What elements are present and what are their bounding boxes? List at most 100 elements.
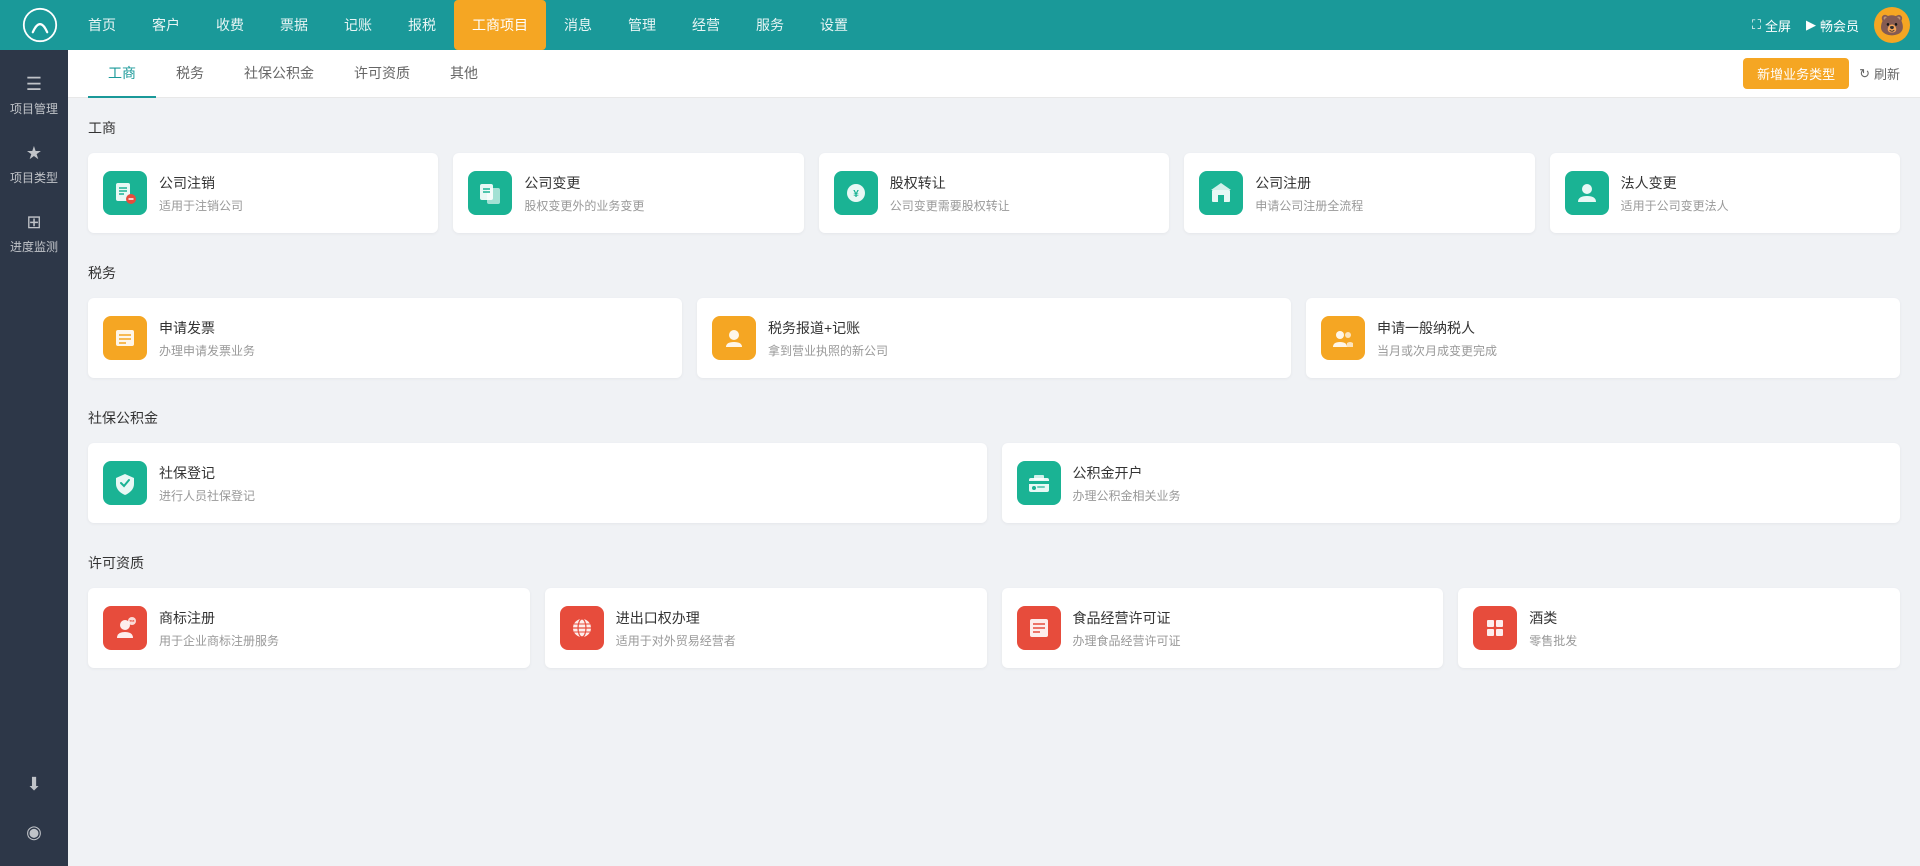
import-export-info: 进出口权办理 适用于对外贸易经营者 — [616, 608, 736, 649]
settings-icon: ◉ — [22, 820, 46, 844]
scroll-content[interactable]: 工商 公司注销 适用 — [68, 98, 1920, 866]
nav-business[interactable]: 工商项目 — [454, 0, 546, 50]
tab-xuke[interactable]: 许可资质 — [334, 50, 430, 98]
refresh-icon: ↻ — [1859, 66, 1870, 82]
refresh-button[interactable]: ↻ 刷新 — [1859, 64, 1900, 83]
trademark-desc: 用于企业商标注册服务 — [159, 632, 279, 649]
sidebar-label-project-management: 项目管理 — [10, 100, 58, 117]
provident-fund-info: 公积金开户 办理公积金相关业务 — [1073, 463, 1181, 504]
tab-bar: 工商 税务 社保公积金 许可资质 其他 新增业务类型 ↻ 刷新 — [68, 50, 1920, 98]
svg-text:™: ™ — [129, 619, 135, 626]
card-tax-report[interactable]: 税务报道+记账 拿到营业执照的新公司 — [697, 298, 1291, 378]
company-cancel-info: 公司注销 适用于注销公司 — [159, 173, 243, 214]
equity-transfer-icon: ¥ — [834, 171, 878, 215]
company-cancel-icon — [103, 171, 147, 215]
legal-change-info: 法人变更 适用于公司变更法人 — [1621, 173, 1729, 214]
card-apply-invoice[interactable]: 申请发票 办理申请发票业务 — [88, 298, 682, 378]
alcohol-icon — [1473, 606, 1517, 650]
nav-manage[interactable]: 管理 — [610, 0, 674, 50]
card-company-register[interactable]: 公司注册 申请公司注册全流程 — [1184, 153, 1534, 233]
logo — [10, 7, 70, 43]
provident-fund-desc: 办理公积金相关业务 — [1073, 487, 1181, 504]
sidebar-item-download[interactable]: ⬇ — [0, 760, 68, 808]
import-export-title: 进出口权办理 — [616, 608, 736, 628]
trademark-icon: ™ — [103, 606, 147, 650]
add-type-button[interactable]: 新增业务类型 — [1743, 58, 1849, 89]
card-company-cancel[interactable]: 公司注销 适用于注销公司 — [88, 153, 438, 233]
star-icon: ★ — [22, 141, 46, 165]
company-cancel-title: 公司注销 — [159, 173, 243, 193]
sidebar-item-project-type[interactable]: ★ 项目类型 — [0, 129, 68, 198]
equity-transfer-info: 股权转让 公司变更需要股权转让 — [890, 173, 1010, 214]
nav-right: ⛶ 全屏 ▶ 畅会员 🐻 — [1752, 7, 1910, 43]
nav-home[interactable]: 首页 — [70, 0, 134, 50]
sidebar-item-progress[interactable]: ⊞ 进度监测 — [0, 198, 68, 267]
tab-shuiwu[interactable]: 税务 — [156, 50, 224, 98]
main-layout: ☰ 项目管理 ★ 项目类型 ⊞ 进度监测 ⬇ ◉ 工商 税务 社保公积金 许可资… — [0, 50, 1920, 866]
provident-fund-title: 公积金开户 — [1073, 463, 1181, 483]
fullscreen-label: 全屏 — [1765, 16, 1791, 35]
general-taxpayer-desc: 当月或次月成变更完成 — [1377, 342, 1497, 359]
nav-customer[interactable]: 客户 — [134, 0, 198, 50]
card-social-insurance[interactable]: 社保登记 进行人员社保登记 — [88, 443, 987, 523]
legal-change-title: 法人变更 — [1621, 173, 1729, 193]
fullscreen-button[interactable]: ⛶ 全屏 — [1752, 16, 1791, 35]
svg-text:¥: ¥ — [853, 189, 859, 200]
sidebar-label-progress: 进度监测 — [10, 238, 58, 255]
card-legal-change[interactable]: 法人变更 适用于公司变更法人 — [1550, 153, 1900, 233]
card-provident-fund[interactable]: 公积金开户 办理公积金相关业务 — [1002, 443, 1901, 523]
company-register-icon — [1199, 171, 1243, 215]
shebao-cards: 社保登记 进行人员社保登记 — [88, 443, 1900, 523]
apply-invoice-title: 申请发票 — [159, 318, 255, 338]
list-icon: ☰ — [22, 72, 46, 96]
section-title-xuke: 许可资质 — [88, 553, 1900, 573]
vip-icon: ▶ — [1806, 17, 1816, 33]
card-food-license[interactable]: 食品经营许可证 办理食品经营许可证 — [1002, 588, 1444, 668]
equity-transfer-desc: 公司变更需要股权转让 — [890, 197, 1010, 214]
alcohol-title: 酒类 — [1529, 608, 1577, 628]
card-alcohol[interactable]: 酒类 零售批发 — [1458, 588, 1900, 668]
section-title-gongshang: 工商 — [88, 118, 1900, 138]
nav-tax[interactable]: 报税 — [390, 0, 454, 50]
section-title-shebao: 社保公积金 — [88, 408, 1900, 428]
tab-shebao[interactable]: 社保公积金 — [224, 50, 334, 98]
card-general-taxpayer[interactable]: 申请一般纳税人 当月或次月成变更完成 — [1306, 298, 1900, 378]
card-company-change[interactable]: 公司变更 股权变更外的业务变更 — [453, 153, 803, 233]
progress-icon: ⊞ — [22, 210, 46, 234]
tab-other[interactable]: 其他 — [430, 50, 498, 98]
top-navigation: 首页 客户 收费 票据 记账 报税 工商项目 消息 管理 经营 服务 设置 ⛶ … — [0, 0, 1920, 50]
nav-accounting[interactable]: 记账 — [326, 0, 390, 50]
nav-settings[interactable]: 设置 — [802, 0, 866, 50]
import-export-icon — [560, 606, 604, 650]
nav-message[interactable]: 消息 — [546, 0, 610, 50]
sidebar: ☰ 项目管理 ★ 项目类型 ⊞ 进度监测 ⬇ ◉ — [0, 50, 68, 866]
provident-fund-icon — [1017, 461, 1061, 505]
sidebar-item-project-management[interactable]: ☰ 项目管理 — [0, 60, 68, 129]
legal-change-icon — [1565, 171, 1609, 215]
card-equity-transfer[interactable]: ¥ 股权转让 公司变更需要股权转让 — [819, 153, 1169, 233]
nav-invoice[interactable]: 票据 — [262, 0, 326, 50]
import-export-desc: 适用于对外贸易经营者 — [616, 632, 736, 649]
content-area: 工商 税务 社保公积金 许可资质 其他 新增业务类型 ↻ 刷新 工商 — [68, 50, 1920, 866]
refresh-label: 刷新 — [1874, 64, 1900, 83]
nav-operation[interactable]: 经营 — [674, 0, 738, 50]
tab-gongshang[interactable]: 工商 — [88, 50, 156, 98]
trademark-info: 商标注册 用于企业商标注册服务 — [159, 608, 279, 649]
trademark-title: 商标注册 — [159, 608, 279, 628]
food-license-desc: 办理食品经营许可证 — [1073, 632, 1181, 649]
nav-service[interactable]: 服务 — [738, 0, 802, 50]
vip-button[interactable]: ▶ 畅会员 — [1806, 16, 1859, 35]
alcohol-desc: 零售批发 — [1529, 632, 1577, 649]
general-taxpayer-icon — [1321, 316, 1365, 360]
apply-invoice-info: 申请发票 办理申请发票业务 — [159, 318, 255, 359]
sidebar-item-settings-bottom[interactable]: ◉ — [0, 808, 68, 856]
company-change-icon — [468, 171, 512, 215]
food-license-info: 食品经营许可证 办理食品经营许可证 — [1073, 608, 1181, 649]
card-trademark[interactable]: ™ 商标注册 用于企业商标注册服务 — [88, 588, 530, 668]
user-avatar[interactable]: 🐻 — [1874, 7, 1910, 43]
nav-fee[interactable]: 收费 — [198, 0, 262, 50]
card-import-export[interactable]: 进出口权办理 适用于对外贸易经营者 — [545, 588, 987, 668]
social-insurance-desc: 进行人员社保登记 — [159, 487, 255, 504]
tax-report-info: 税务报道+记账 拿到营业执照的新公司 — [768, 318, 888, 359]
logo-icon — [22, 7, 58, 43]
